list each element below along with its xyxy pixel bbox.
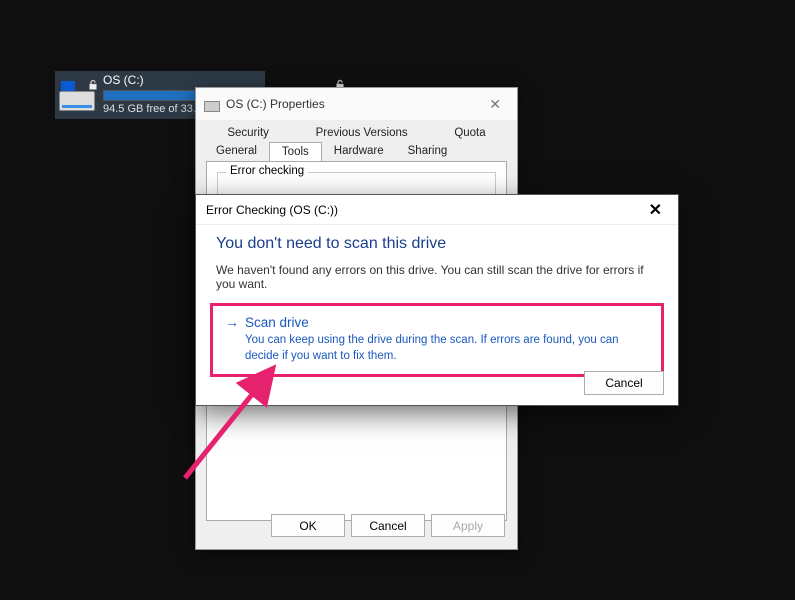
cancel-button[interactable]: Cancel [584,371,664,395]
scan-drive-title: Scan drive [245,315,309,330]
arrow-right-icon: → [225,314,239,330]
properties-titlebar[interactable]: OS (C:) Properties ✕ [196,88,517,120]
scan-drive-desc: You can keep using the drive during the … [245,333,649,364]
error-checking-dialog: Error Checking (OS (C:)) ✕ You don't nee… [195,194,679,406]
drive-icon [59,79,95,111]
tab-quota[interactable]: Quota [442,124,497,142]
properties-title: OS (C:) Properties [226,97,325,111]
error-checking-subtext: We haven't found any errors on this driv… [216,263,658,291]
ok-button[interactable]: OK [271,514,345,537]
error-checking-titlebar[interactable]: Error Checking (OS (C:)) ✕ [196,195,678,225]
tab-security[interactable]: Security [215,124,281,142]
close-icon[interactable]: ✕ [643,198,668,222]
error-checking-legend: Error checking [226,165,308,177]
scan-drive-option[interactable]: → Scan drive You can keep using the driv… [210,303,664,377]
tab-general[interactable]: General [204,142,269,161]
close-icon[interactable]: ✕ [481,92,509,117]
drive-icon [204,96,220,112]
tab-hardware[interactable]: Hardware [322,142,396,161]
error-checking-title: Error Checking (OS (C:)) [206,203,338,217]
error-checking-heading: You don't need to scan this drive [216,235,658,253]
apply-button: Apply [431,514,505,537]
tab-sharing[interactable]: Sharing [396,142,460,161]
tab-tools[interactable]: Tools [269,142,322,161]
cancel-button[interactable]: Cancel [351,514,425,537]
unlock-icon [87,79,99,91]
tab-previous-versions[interactable]: Previous Versions [304,124,420,142]
